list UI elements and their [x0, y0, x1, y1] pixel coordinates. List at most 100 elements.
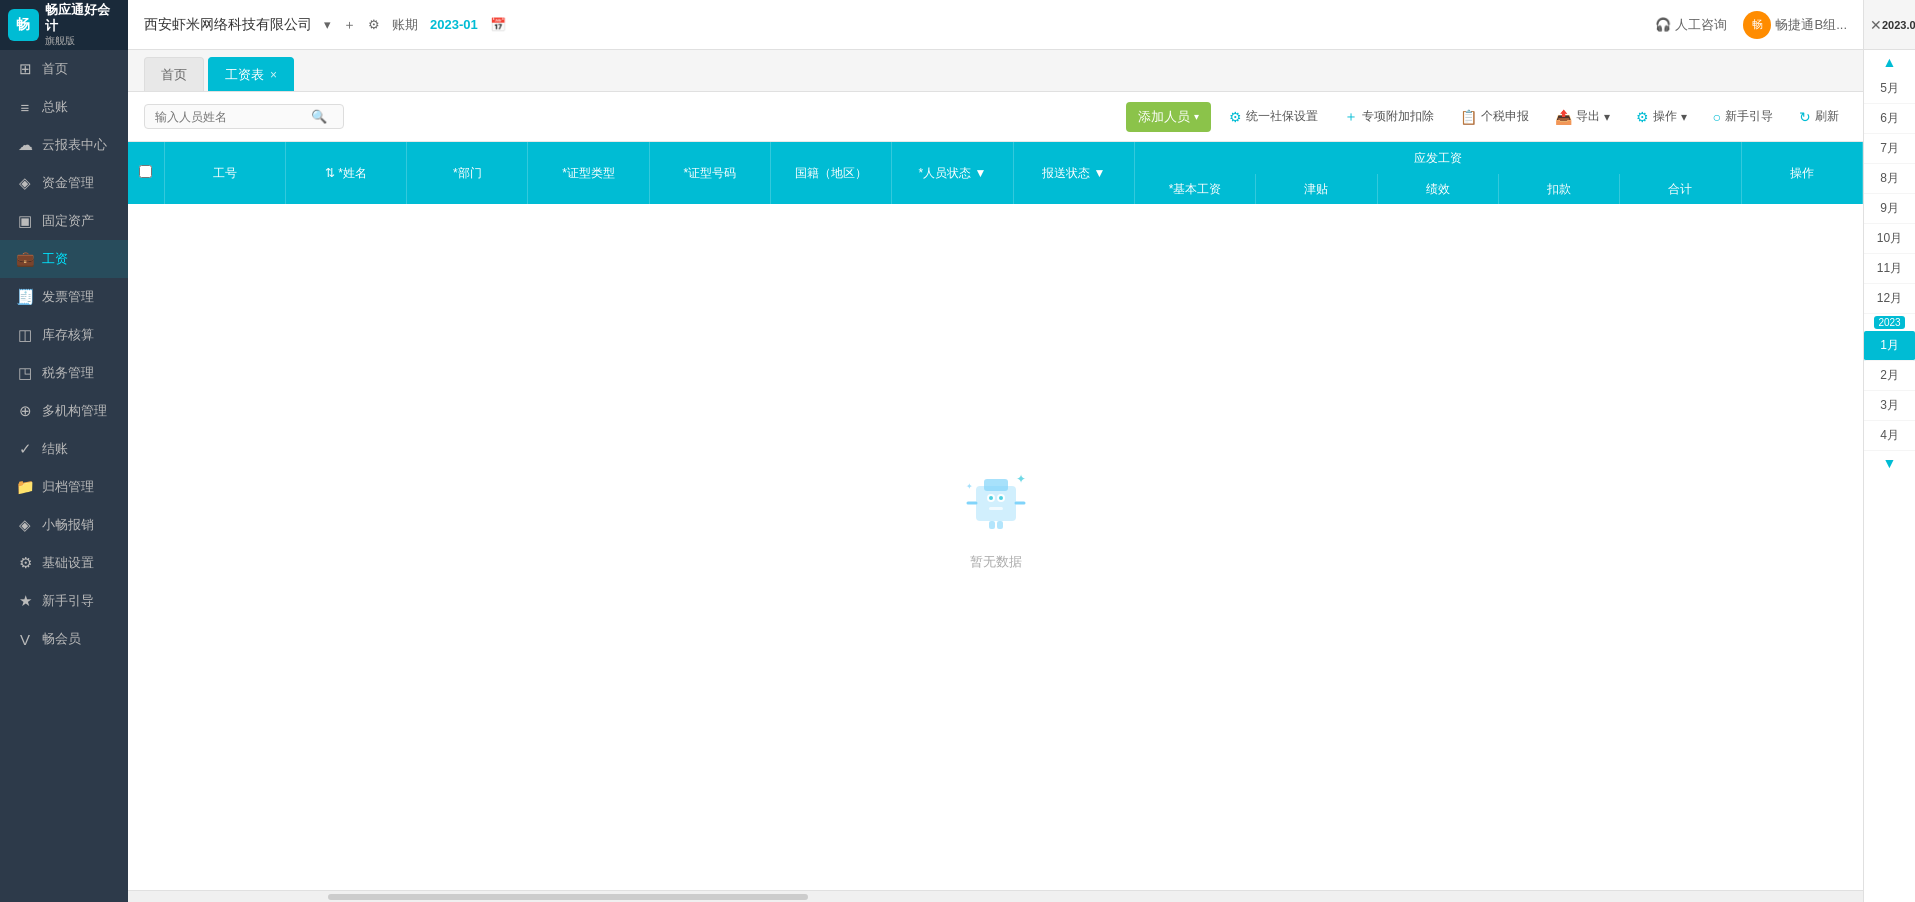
- sidebar-item-tax[interactable]: ◳ 税务管理: [0, 354, 128, 392]
- sidebar-item-label: 云报表中心: [42, 136, 107, 154]
- social-settings-action[interactable]: ⚙ 统一社保设置: [1221, 104, 1326, 129]
- add-person-button[interactable]: 添加人员 ▾: [1126, 102, 1211, 132]
- month-item-dec-2022[interactable]: 12月: [1864, 284, 1915, 314]
- month-item-may-2022[interactable]: 5月: [1864, 74, 1915, 104]
- salary-icon: 💼: [16, 250, 34, 268]
- month-item-nov-2022[interactable]: 11月: [1864, 254, 1915, 284]
- export-label: 导出: [1576, 108, 1600, 125]
- export-action[interactable]: 📤 导出 ▾: [1547, 104, 1618, 129]
- sidebar-item-fixed-assets[interactable]: ▣ 固定资产: [0, 202, 128, 240]
- month-item-jun-2022[interactable]: 6月: [1864, 104, 1915, 134]
- support-button[interactable]: 🎧 人工咨询: [1655, 16, 1727, 34]
- logo: 畅 畅应通好会计 旗舰版: [0, 0, 128, 50]
- sidebar-item-label: 多机构管理: [42, 402, 107, 420]
- svg-text:✦: ✦: [1016, 472, 1026, 486]
- th-id-no: *证型号码: [649, 142, 770, 204]
- scroll-bar[interactable]: [328, 894, 808, 900]
- sidebar-item-label: 发票管理: [42, 288, 94, 306]
- tab-close-icon[interactable]: ×: [270, 68, 277, 82]
- sidebar-item-home[interactable]: ⊞ 首页: [0, 50, 128, 88]
- th-operations: 操作: [1741, 142, 1862, 204]
- logo-subtitle: 旗舰版: [45, 34, 120, 48]
- refresh-icon: ↻: [1799, 109, 1811, 125]
- empty-state: ✦ ✦ 暂无数据: [956, 461, 1036, 571]
- sidebar-item-multi-org[interactable]: ⊕ 多机构管理: [0, 392, 128, 430]
- special-deduction-action[interactable]: ＋ 专项附加扣除: [1336, 104, 1442, 130]
- th-base-salary: *基本工资: [1135, 174, 1256, 204]
- sidebar-item-cloud-report[interactable]: ☁ 云报表中心: [0, 126, 128, 164]
- sidebar-item-label: 新手引导: [42, 592, 94, 610]
- export-arrow-icon: ▾: [1604, 110, 1610, 124]
- tab-salary-label: 工资表: [225, 66, 264, 84]
- sidebar-item-close-accounts[interactable]: ✓ 结账: [0, 430, 128, 468]
- sidebar-item-settings[interactable]: ⚙ 基础设置: [0, 544, 128, 582]
- export-icon: 📤: [1555, 109, 1572, 125]
- sidebar-item-inventory[interactable]: ◫ 库存核算: [0, 316, 128, 354]
- sidebar-item-invoice[interactable]: 🧾 发票管理: [0, 278, 128, 316]
- tab-home-label: 首页: [161, 66, 187, 84]
- tab-salary-table[interactable]: 工资表 ×: [208, 57, 294, 91]
- month-item-apr-2023[interactable]: 4月: [1864, 421, 1915, 451]
- sidebar-item-label: 固定资产: [42, 212, 94, 230]
- tab-home[interactable]: 首页: [144, 57, 204, 91]
- scroll-up-button[interactable]: ▲: [1864, 50, 1915, 74]
- ledger-icon: ≡: [16, 99, 34, 116]
- th-employee-no: 工号: [164, 142, 285, 204]
- month-item-aug-2022[interactable]: 8月: [1864, 164, 1915, 194]
- month-item-jan-2023[interactable]: 1月: [1864, 331, 1915, 361]
- sidebar-item-label: 首页: [42, 60, 68, 78]
- sidebar-item-salary[interactable]: 💼 工资: [0, 240, 128, 278]
- toolbar-right: 添加人员 ▾ ⚙ 统一社保设置 ＋ 专项附加扣除 📋 个税申报 📤 导出: [1126, 102, 1847, 132]
- sidebar-item-label: 归档管理: [42, 478, 94, 496]
- sidebar-item-label: 库存核算: [42, 326, 94, 344]
- th-salary-group: 应发工资: [1135, 142, 1742, 174]
- archive-icon: 📁: [16, 478, 34, 496]
- sidebar-item-label: 资金管理: [42, 174, 94, 192]
- operations-action[interactable]: ⚙ 操作 ▾: [1628, 104, 1695, 129]
- th-name: ⇅ *姓名: [285, 142, 406, 204]
- personal-tax-action[interactable]: 📋 个税申报: [1452, 104, 1537, 129]
- support-label: 人工咨询: [1675, 16, 1727, 34]
- sidebar-item-archive[interactable]: 📁 归档管理: [0, 468, 128, 506]
- month-item-jul-2022[interactable]: 7月: [1864, 134, 1915, 164]
- table-container: 工号 ⇅ *姓名 *部门 *证型类型 *证型号码 国籍（地区） *人员状态 ▼ …: [128, 142, 1863, 890]
- settings-button[interactable]: ⚙: [368, 17, 380, 32]
- month-item-mar-2023[interactable]: 3月: [1864, 391, 1915, 421]
- scroll-down-button[interactable]: ▼: [1864, 451, 1915, 475]
- th-allowance: 津贴: [1256, 174, 1377, 204]
- select-all-checkbox[interactable]: [139, 165, 152, 178]
- topbar: 西安虾米网络科技有限公司 ▾ ＋ ⚙ 账期 2023-01 📅 🎧 人工咨询 畅…: [128, 0, 1863, 50]
- sidebar-item-fund[interactable]: ◈ 资金管理: [0, 164, 128, 202]
- inventory-icon: ◫: [16, 326, 34, 344]
- add-company-button[interactable]: ＋: [343, 16, 356, 34]
- right-panel-header: ✕ 2023.01 ⤢: [1864, 0, 1915, 50]
- settings-icon: ⚙: [16, 554, 34, 572]
- refresh-action[interactable]: ↻ 刷新: [1791, 104, 1847, 129]
- sidebar-item-member[interactable]: V 畅会员: [0, 620, 128, 658]
- content-area: 🔍 添加人员 ▾ ⚙ 统一社保设置 ＋ 专项附加扣除 📋 个税申报: [128, 92, 1863, 902]
- company-dropdown-button[interactable]: ▾: [324, 17, 331, 32]
- th-total: 合计: [1620, 174, 1741, 204]
- search-input[interactable]: [155, 110, 305, 124]
- search-box[interactable]: 🔍: [144, 104, 344, 129]
- newbie-guide-action[interactable]: ○ 新手引导: [1705, 104, 1781, 129]
- sidebar-item-expense[interactable]: ◈ 小畅报销: [0, 506, 128, 544]
- invoice-icon: 🧾: [16, 288, 34, 306]
- scroll-indicator: [128, 890, 1863, 902]
- sidebar-item-guide[interactable]: ★ 新手引导: [0, 582, 128, 620]
- calendar-icon[interactable]: 📅: [490, 17, 506, 32]
- sidebar-item-ledger[interactable]: ≡ 总账: [0, 88, 128, 126]
- year-2023-badge: 2023: [1874, 316, 1904, 329]
- svg-text:✦: ✦: [966, 482, 973, 491]
- th-deduction: 扣款: [1498, 174, 1619, 204]
- operations-label: 操作: [1653, 108, 1677, 125]
- month-item-sep-2022[interactable]: 9月: [1864, 194, 1915, 224]
- month-item-feb-2023[interactable]: 2月: [1864, 361, 1915, 391]
- period-label: 账期: [392, 16, 418, 34]
- user-menu[interactable]: 畅 畅捷通B组...: [1743, 11, 1847, 39]
- tabbar: 首页 工资表 ×: [128, 50, 1863, 92]
- month-item-oct-2022[interactable]: 10月: [1864, 224, 1915, 254]
- close-panel-button[interactable]: ✕: [1870, 17, 1882, 33]
- th-checkbox[interactable]: [128, 142, 164, 204]
- year-2023-badge-row: 2023: [1864, 314, 1915, 331]
